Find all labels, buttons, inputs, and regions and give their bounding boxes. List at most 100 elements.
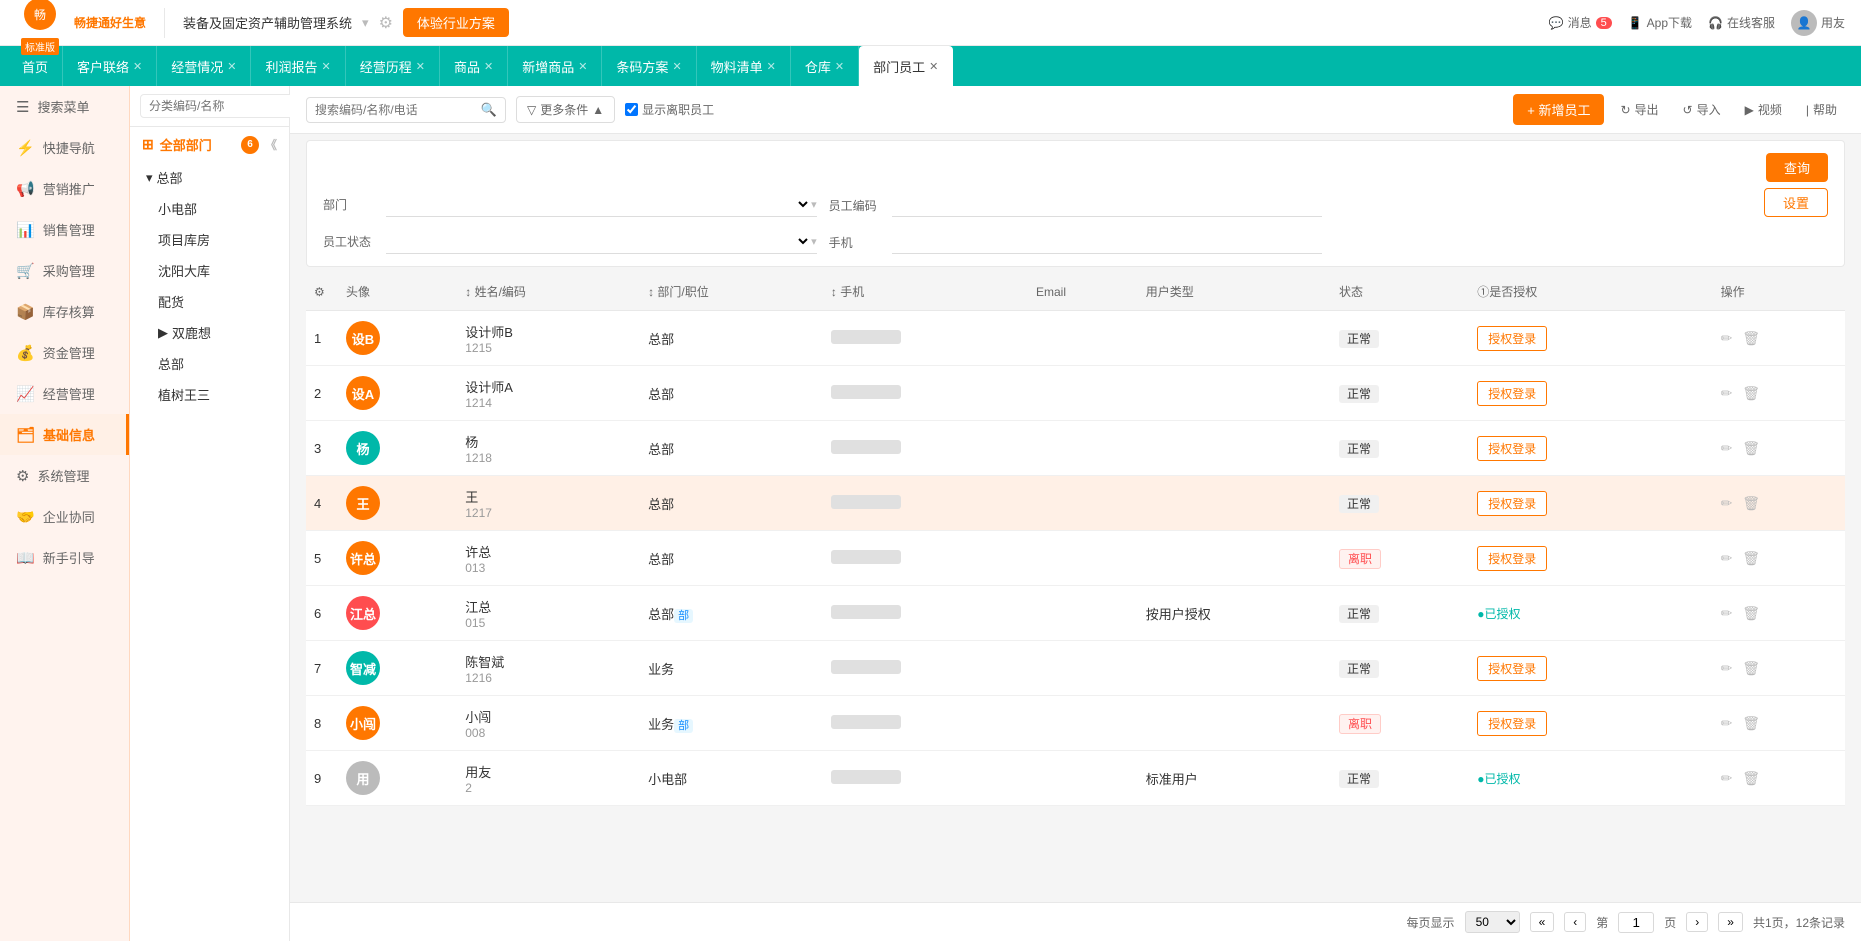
add-employee-btn[interactable]: + 新增员工 bbox=[1513, 94, 1604, 125]
dept-node-xiaodian[interactable]: 小电部 bbox=[130, 193, 289, 224]
col-dept[interactable]: ↕ 部门/职位 bbox=[640, 273, 823, 311]
tab-add-goods-close[interactable]: ✕ bbox=[578, 60, 587, 73]
edit-icon[interactable]: ✏ bbox=[1721, 770, 1733, 787]
empstatus-select[interactable] bbox=[386, 229, 811, 253]
tab-history[interactable]: 经营历程 ✕ bbox=[346, 46, 440, 86]
sidebar-item-basic[interactable]: 🗂 基础信息 bbox=[0, 414, 129, 455]
delete-icon[interactable]: 🗑 bbox=[1742, 330, 1760, 347]
sidebar-item-quicknav[interactable]: ⚡ 快捷导航 bbox=[0, 127, 129, 168]
first-page-btn[interactable]: « bbox=[1530, 912, 1555, 932]
sidebar-item-purchase[interactable]: 🛒 采购管理 bbox=[0, 250, 129, 291]
set-btn[interactable]: 设置 bbox=[1764, 188, 1828, 217]
view-btn[interactable]: ▶ 视频 bbox=[1737, 97, 1790, 122]
settings-icon[interactable]: ⚙ bbox=[379, 13, 393, 33]
tab-employees[interactable]: 部门员工 ✕ bbox=[859, 46, 953, 86]
delete-icon[interactable]: 🗑 bbox=[1742, 770, 1760, 787]
app-download-btn[interactable]: 📱 App下载 bbox=[1628, 14, 1692, 31]
delete-icon[interactable]: 🗑 bbox=[1742, 660, 1760, 677]
per-page-select[interactable]: 50100200 bbox=[1465, 911, 1520, 933]
delete-icon[interactable]: 🗑 bbox=[1742, 715, 1760, 732]
dept-node-zhishu[interactable]: 植树王三 bbox=[130, 379, 289, 410]
page-number-input[interactable] bbox=[1618, 912, 1654, 933]
sidebar-item-guide[interactable]: 📖 新手引导 bbox=[0, 537, 129, 578]
empcode-input[interactable] bbox=[892, 194, 1323, 217]
last-page-btn[interactable]: » bbox=[1718, 912, 1743, 932]
system-dropdown-icon[interactable]: ▾ bbox=[362, 15, 369, 31]
dept-node-project[interactable]: 项目库房 bbox=[130, 224, 289, 255]
next-page-btn[interactable]: › bbox=[1686, 912, 1708, 932]
dept-node-root[interactable]: ▾ 总部 bbox=[130, 162, 289, 193]
phone-input[interactable] bbox=[892, 231, 1323, 254]
dept-collapse-btn[interactable]: 《 bbox=[265, 136, 277, 153]
export-btn[interactable]: ↻ 导出 bbox=[1612, 97, 1666, 122]
tab-operations-close[interactable]: ✕ bbox=[227, 60, 236, 73]
filter-more-btn[interactable]: ▽ 更多条件 ▲ bbox=[516, 96, 615, 123]
edit-icon[interactable]: ✏ bbox=[1721, 550, 1733, 567]
sidebar-item-marketing[interactable]: 📢 营销推广 bbox=[0, 168, 129, 209]
tab-customer-close[interactable]: ✕ bbox=[133, 60, 142, 73]
col-phone[interactable]: ↕ 手机 bbox=[823, 273, 1028, 311]
tab-goods-close[interactable]: ✕ bbox=[484, 60, 493, 73]
sidebar-item-system[interactable]: ⚙ 系统管理 bbox=[0, 455, 129, 496]
sidebar-item-search[interactable]: ☰ 搜索菜单 bbox=[0, 86, 129, 127]
sidebar-item-operations[interactable]: 📈 经营管理 bbox=[0, 373, 129, 414]
tab-customer[interactable]: 客户联络 ✕ bbox=[63, 46, 157, 86]
tab-profit[interactable]: 利润报告 ✕ bbox=[251, 46, 345, 86]
online-service-btn[interactable]: 🎧 在线客服 bbox=[1708, 14, 1775, 31]
tab-bom[interactable]: 物料清单 ✕ bbox=[697, 46, 791, 86]
dept-search-input[interactable] bbox=[140, 94, 313, 118]
edit-icon[interactable]: ✏ bbox=[1721, 330, 1733, 347]
tab-employees-close[interactable]: ✕ bbox=[929, 60, 938, 73]
dept-all-label[interactable]: 全部部门 bbox=[160, 135, 212, 154]
dept-node-peihuo[interactable]: 配货 bbox=[130, 286, 289, 317]
dept-node-shuanglu[interactable]: ▶ 双鹿想 bbox=[130, 317, 289, 348]
tab-goods[interactable]: 商品 ✕ bbox=[440, 46, 508, 86]
auth-login-btn[interactable]: 授权登录 bbox=[1477, 381, 1547, 406]
search-input[interactable] bbox=[315, 103, 477, 117]
sidebar-item-collab[interactable]: 🤝 企业协同 bbox=[0, 496, 129, 537]
delete-icon[interactable]: 🗑 bbox=[1742, 605, 1760, 622]
tab-warehouse[interactable]: 仓库 ✕ bbox=[791, 46, 859, 86]
auth-login-btn[interactable]: 授权登录 bbox=[1477, 711, 1547, 736]
auth-login-btn[interactable]: 授权登录 bbox=[1477, 491, 1547, 516]
show-resigned-checkbox[interactable] bbox=[625, 103, 638, 116]
help-btn[interactable]: | 帮助 bbox=[1798, 97, 1845, 122]
tab-home[interactable]: 首页 bbox=[8, 46, 63, 86]
edit-icon[interactable]: ✏ bbox=[1721, 385, 1733, 402]
dept-node-shenyang[interactable]: 沈阳大库 bbox=[130, 255, 289, 286]
col-settings[interactable]: ⚙ bbox=[306, 273, 338, 311]
delete-icon[interactable]: 🗑 bbox=[1742, 385, 1760, 402]
tab-profit-close[interactable]: ✕ bbox=[322, 60, 331, 73]
tab-warehouse-close[interactable]: ✕ bbox=[835, 60, 844, 73]
delete-icon[interactable]: 🗑 bbox=[1742, 495, 1760, 512]
experience-button[interactable]: 体验行业方案 bbox=[403, 8, 509, 37]
message-btn[interactable]: 💬 消息 5 bbox=[1549, 14, 1612, 31]
edit-icon[interactable]: ✏ bbox=[1721, 715, 1733, 732]
prev-page-btn[interactable]: ‹ bbox=[1564, 912, 1586, 932]
sidebar-item-inventory[interactable]: 📦 库存核算 bbox=[0, 291, 129, 332]
auth-login-btn[interactable]: 授权登录 bbox=[1477, 436, 1547, 461]
dept-select[interactable] bbox=[386, 192, 811, 216]
import-btn[interactable]: ↺ 导入 bbox=[1675, 97, 1729, 122]
tab-bom-close[interactable]: ✕ bbox=[767, 60, 776, 73]
edit-icon[interactable]: ✏ bbox=[1721, 440, 1733, 457]
edit-icon[interactable]: ✏ bbox=[1721, 605, 1733, 622]
tab-operations[interactable]: 经营情况 ✕ bbox=[157, 46, 251, 86]
edit-icon[interactable]: ✏ bbox=[1721, 660, 1733, 677]
delete-icon[interactable]: 🗑 bbox=[1742, 550, 1760, 567]
query-btn[interactable]: 查询 bbox=[1766, 153, 1828, 182]
auth-login-btn[interactable]: 授权登录 bbox=[1477, 656, 1547, 681]
col-name[interactable]: ↕ 姓名/编码 bbox=[457, 273, 640, 311]
tab-add-goods[interactable]: 新增商品 ✕ bbox=[508, 46, 602, 86]
auth-login-btn[interactable]: 授权登录 bbox=[1477, 546, 1547, 571]
sidebar-item-sales[interactable]: 📊 销售管理 bbox=[0, 209, 129, 250]
tab-history-close[interactable]: ✕ bbox=[416, 60, 425, 73]
tab-barcode[interactable]: 条码方案 ✕ bbox=[602, 46, 696, 86]
dept-node-zongbu[interactable]: 总部 bbox=[130, 348, 289, 379]
user-avatar[interactable]: 👤 用友 bbox=[1791, 10, 1845, 36]
auth-login-btn[interactable]: 授权登录 bbox=[1477, 326, 1547, 351]
edit-icon[interactable]: ✏ bbox=[1721, 495, 1733, 512]
sidebar-item-finance[interactable]: 💰 资金管理 bbox=[0, 332, 129, 373]
tab-barcode-close[interactable]: ✕ bbox=[672, 60, 681, 73]
delete-icon[interactable]: 🗑 bbox=[1742, 440, 1760, 457]
